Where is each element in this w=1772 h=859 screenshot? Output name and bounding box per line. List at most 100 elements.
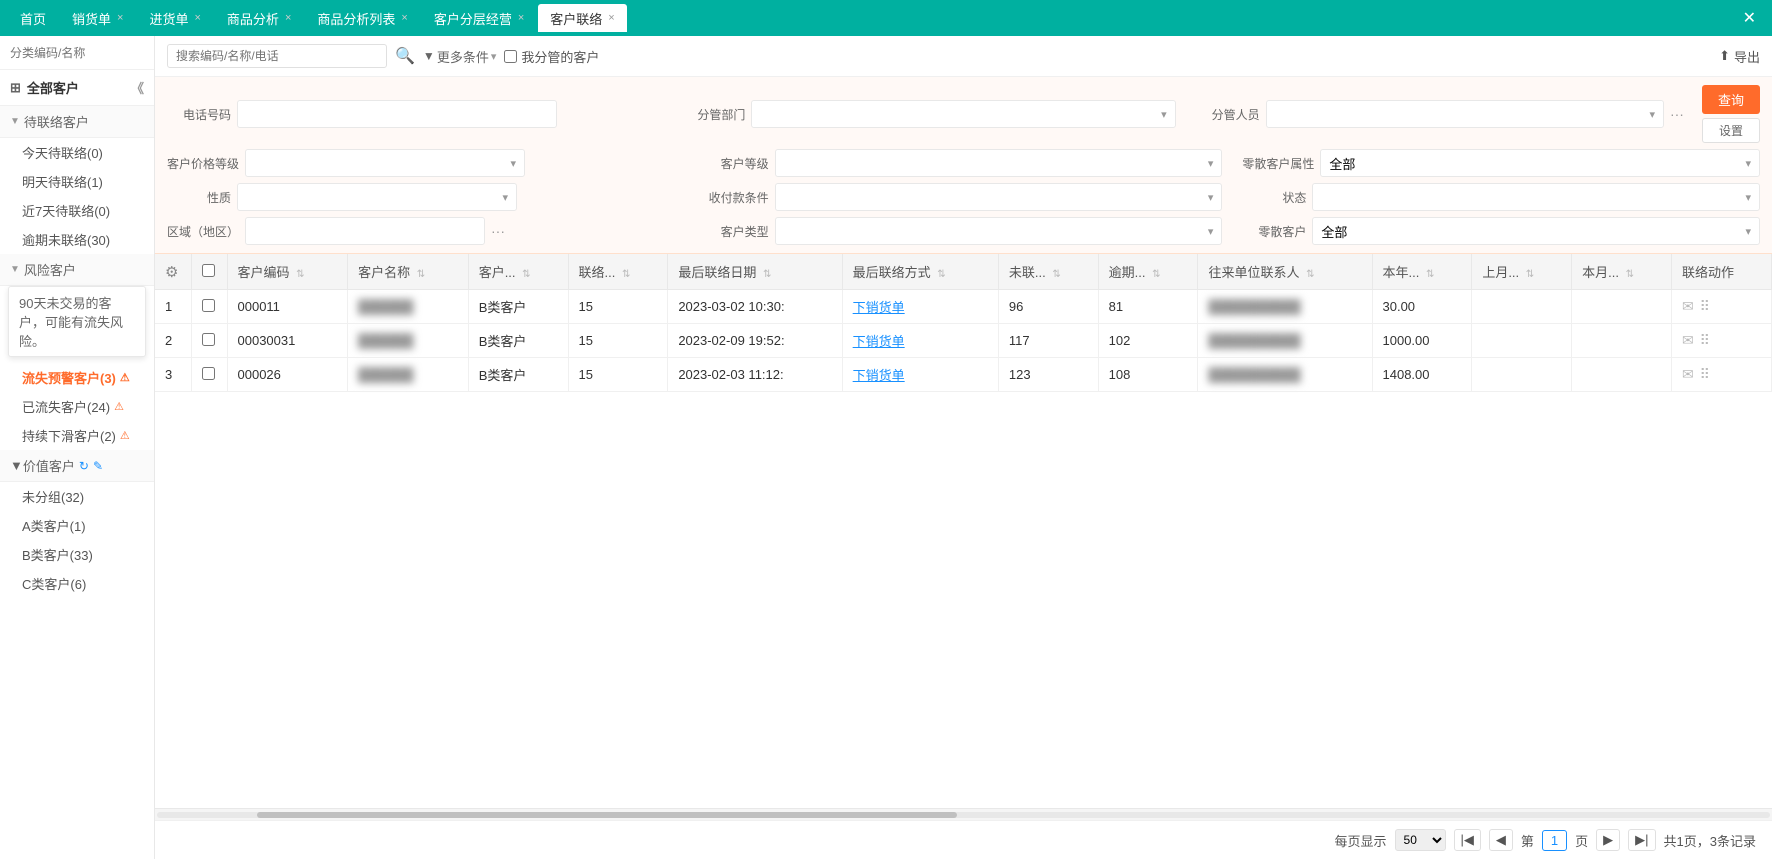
gear-icon[interactable]: ⚙: [165, 264, 178, 281]
search-input[interactable]: [167, 44, 387, 68]
td-actions-1: ✉ ⠿: [1671, 290, 1771, 324]
chevron-down-icon: ▾: [502, 191, 508, 204]
td-last-month-1: [1472, 290, 1572, 324]
close-icon[interactable]: ×: [401, 12, 407, 24]
window-close-button[interactable]: ✕: [1735, 4, 1764, 32]
sidebar-item-class-c[interactable]: C类客户(6): [0, 569, 154, 598]
sidebar-item-tomorrow[interactable]: 明天待联络(1): [0, 167, 154, 196]
td-annual-2: 1000.00: [1372, 324, 1472, 358]
contact-method-link[interactable]: 下销货单: [853, 368, 905, 383]
settings-button[interactable]: 设置: [1702, 118, 1760, 143]
sidebar-search-input[interactable]: [10, 46, 155, 60]
sidebar-group-header-value[interactable]: ▼ 价值客户 ↻ ✎: [0, 450, 154, 482]
table-header-row: ⚙ 客户编码 ⇅ 客户名称 ⇅: [155, 254, 1772, 290]
td-name-1: ██████: [348, 290, 469, 324]
row-checkbox[interactable]: [202, 367, 215, 380]
phone-input[interactable]: [237, 100, 557, 128]
contact-method-link[interactable]: 下销货单: [853, 334, 905, 349]
gender-select[interactable]: ▾: [237, 183, 517, 211]
filter-zero-retail: 零散客户 全部 ▾: [1242, 217, 1760, 245]
td-code-3: 000026: [227, 358, 348, 392]
zero-retail-attr-select[interactable]: 全部 ▾: [1320, 149, 1760, 177]
sidebar-group-header-pending[interactable]: ▼ 待联络客户: [0, 106, 154, 138]
chevron-down-icon: ▾: [1745, 191, 1751, 204]
td-last-date-2: 2023-02-09 19:52:: [668, 324, 842, 358]
select-all-checkbox[interactable]: [202, 264, 215, 277]
message-icon[interactable]: ✉: [1682, 298, 1694, 315]
tab-purchase[interactable]: 进货单 ×: [137, 4, 212, 32]
sidebar-item-ungrouped[interactable]: 未分组(32): [0, 482, 154, 511]
refresh-icon[interactable]: ↻: [79, 459, 89, 473]
message-icon[interactable]: ✉: [1682, 366, 1694, 383]
horizontal-scrollbar[interactable]: [155, 808, 1772, 820]
collapse-icon: 《: [131, 78, 144, 97]
th-overdue: 逾期... ⇅: [1098, 254, 1198, 290]
sidebar-item-churn-warning[interactable]: 流失预警客户(3) ⚠: [0, 363, 154, 392]
filter-dept: 分管部门 ▾: [681, 100, 1175, 128]
filter-region: 区域（地区） ···: [167, 217, 685, 245]
th-contact-person: 往来单位联系人 ⇅: [1198, 254, 1372, 290]
close-icon[interactable]: ×: [194, 12, 200, 24]
more-conditions-button[interactable]: ▼ 更多条件 ▾: [423, 47, 496, 66]
sidebar-item-7days[interactable]: 近7天待联络(0): [0, 196, 154, 225]
export-button[interactable]: ⬆ 导出: [1719, 47, 1760, 66]
contact-method-link[interactable]: 下销货单: [853, 300, 905, 315]
zero-retail-select[interactable]: 全部 ▾: [1312, 217, 1760, 245]
sort-icon: ⇅: [417, 269, 425, 280]
close-icon[interactable]: ×: [285, 12, 291, 24]
customer-type-select[interactable]: ▾: [775, 217, 1223, 245]
status-select[interactable]: ▾: [1312, 183, 1760, 211]
td-this-month-1: [1572, 290, 1672, 324]
close-icon[interactable]: ×: [518, 12, 524, 24]
query-button[interactable]: 查询: [1702, 85, 1760, 114]
tab-product-analysis-list[interactable]: 商品分析列表 ×: [305, 4, 419, 32]
row-checkbox[interactable]: [202, 333, 215, 346]
sidebar-item-class-b[interactable]: B类客户(33): [0, 540, 154, 569]
th-last-month: 上月... ⇅: [1472, 254, 1572, 290]
export-icon: ⬆: [1719, 48, 1730, 64]
tab-home[interactable]: 首页: [8, 4, 58, 32]
last-page-button[interactable]: ▶|: [1628, 829, 1655, 851]
scrollbar-thumb[interactable]: [257, 812, 957, 818]
sidebar-all-customers[interactable]: ⊞ 全部客户 《: [0, 70, 154, 106]
close-icon[interactable]: ×: [608, 12, 614, 24]
my-customers-checkbox-label[interactable]: 我分管的客户: [504, 47, 599, 66]
sidebar-item-today[interactable]: 今天待联络(0): [0, 138, 154, 167]
total-info: 共1页，3条记录: [1664, 831, 1756, 850]
filter-zero-retail-attr: 零散客户属性 全部 ▾: [1242, 149, 1760, 177]
sidebar-item-class-a[interactable]: A类客户(1): [0, 511, 154, 540]
sidebar-item-churned[interactable]: 已流失客户(24) ⚠: [0, 392, 154, 421]
next-page-button[interactable]: ▶: [1596, 829, 1620, 851]
tab-customer-contact[interactable]: 客户联络 ×: [538, 4, 626, 32]
tab-sales[interactable]: 销货单 ×: [60, 4, 135, 32]
sidebar-group-header-risk[interactable]: ▼ 风险客户: [0, 254, 154, 286]
price-level-select[interactable]: ▾: [245, 149, 525, 177]
tab-customer-tier[interactable]: 客户分层经营 ×: [422, 4, 536, 32]
message-icon[interactable]: ✉: [1682, 332, 1694, 349]
edit-icon[interactable]: ✎: [93, 459, 103, 473]
payment-select[interactable]: ▾: [775, 183, 1223, 211]
region-input[interactable]: [245, 217, 485, 245]
person-select[interactable]: ▾: [1266, 100, 1664, 128]
td-contact-count-2: 15: [568, 324, 668, 358]
tab-product-analysis[interactable]: 商品分析 ×: [215, 4, 303, 32]
first-page-button[interactable]: |◀: [1454, 829, 1481, 851]
close-icon[interactable]: ×: [117, 12, 123, 24]
region-more-button[interactable]: ···: [485, 223, 511, 239]
row-checkbox[interactable]: [202, 299, 215, 312]
more-actions-icon[interactable]: ⠿: [1700, 366, 1710, 383]
customer-level-select[interactable]: ▾: [775, 149, 1223, 177]
dept-select[interactable]: ▾: [751, 100, 1175, 128]
sidebar-item-declining[interactable]: 持续下滑客户(2) ⚠: [0, 421, 154, 450]
more-actions-icon[interactable]: ⠿: [1700, 332, 1710, 349]
table-row: 3 000026 ██████ B类客户 15 2023-02-03 11:12…: [155, 358, 1772, 392]
td-contact-count-3: 15: [568, 358, 668, 392]
search-button[interactable]: 🔍: [395, 46, 415, 66]
per-page-select[interactable]: 50 100 200: [1395, 829, 1446, 851]
more-options-button[interactable]: ···: [1664, 106, 1690, 122]
more-actions-icon[interactable]: ⠿: [1700, 298, 1710, 315]
prev-page-button[interactable]: ◀: [1489, 829, 1513, 851]
sidebar-item-overdue[interactable]: 逾期未联络(30): [0, 225, 154, 254]
td-check-1: [191, 290, 227, 324]
my-customers-checkbox[interactable]: [504, 50, 517, 63]
